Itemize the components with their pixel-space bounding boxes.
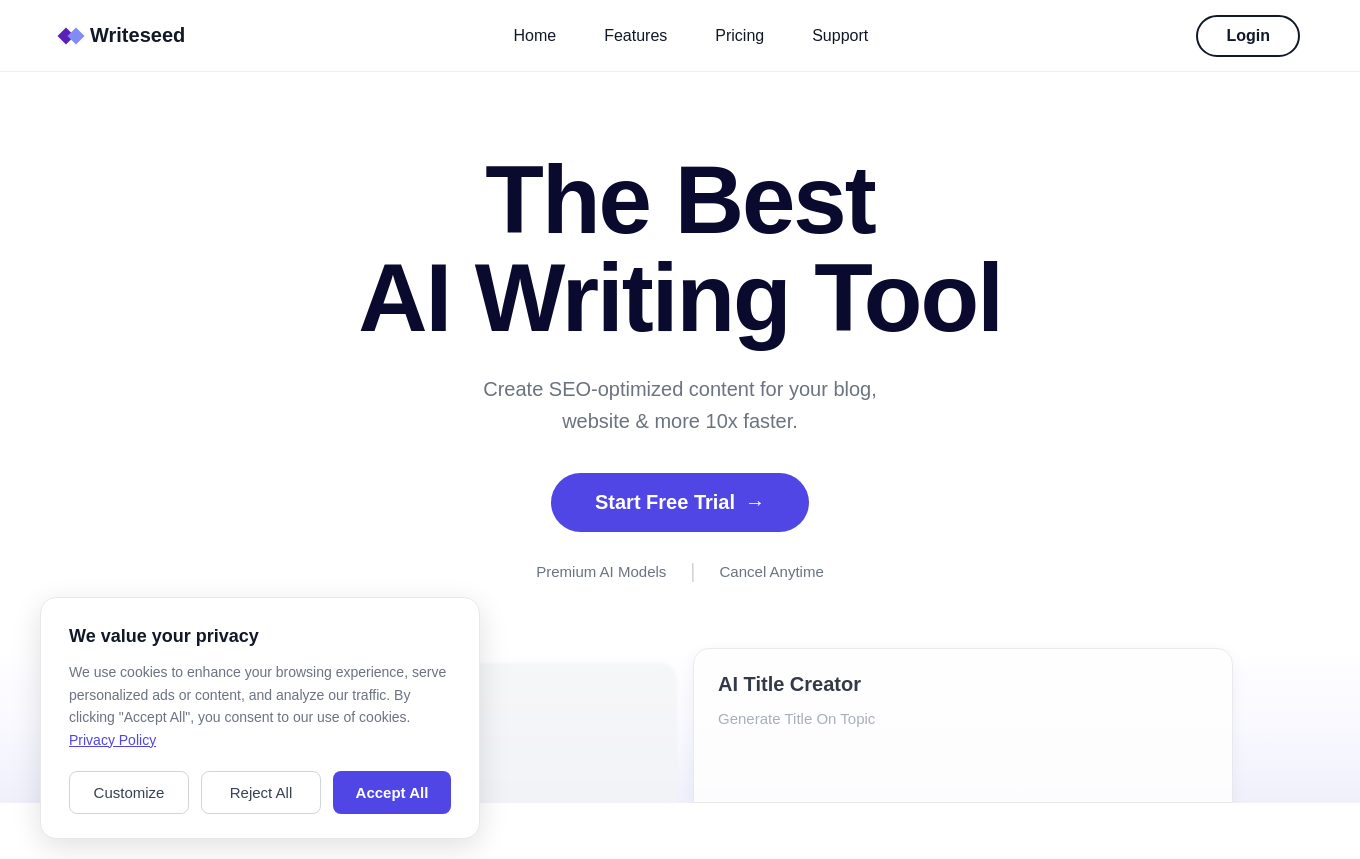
nav-pricing[interactable]: Pricing xyxy=(715,27,764,44)
hero-badges: Premium AI Models | Cancel Anytime xyxy=(20,560,1340,583)
preview-card-right: AI Title Creator Generate Title On Topic xyxy=(693,648,1233,803)
cookie-title: We value your privacy xyxy=(69,626,451,647)
cookie-body: We use cookies to enhance your browsing … xyxy=(69,661,451,751)
logo-square-2 xyxy=(68,27,85,44)
cookie-banner: We value your privacy We use cookies to … xyxy=(40,597,480,802)
cookie-body-text: We use cookies to enhance your browsing … xyxy=(69,664,446,725)
nav-support[interactable]: Support xyxy=(812,27,868,44)
nav-home[interactable]: Home xyxy=(513,27,556,44)
cookie-accept-button[interactable]: Accept All xyxy=(333,771,451,803)
cookie-customize-button[interactable]: Customize xyxy=(69,771,189,803)
login-button[interactable]: Login xyxy=(1196,15,1300,57)
card-right-title: AI Title Creator xyxy=(718,673,1208,696)
card-right-subtitle: Generate Title On Topic xyxy=(718,710,1208,727)
badge-cancel-label: Cancel Anytime xyxy=(720,563,824,580)
badge-cancel: Cancel Anytime xyxy=(720,563,824,580)
logo-icon xyxy=(60,30,82,42)
hero-section: The Best AI Writing Tool Create SEO-opti… xyxy=(0,72,1360,623)
cta-label: Start Free Trial xyxy=(595,491,735,514)
hero-subtitle-line2: website & more 10x faster. xyxy=(562,410,798,432)
hero-subtitle: Create SEO-optimized content for your bl… xyxy=(20,373,1340,437)
logo-text: Writeseed xyxy=(90,24,185,47)
badge-divider: | xyxy=(690,560,695,583)
cta-arrow-icon: → xyxy=(745,491,765,514)
hero-subtitle-line1: Create SEO-optimized content for your bl… xyxy=(483,378,877,400)
privacy-policy-link[interactable]: Privacy Policy xyxy=(69,732,156,748)
hero-title-line2: AI Writing Tool xyxy=(20,248,1340,349)
nav-features[interactable]: Features xyxy=(604,27,667,44)
hero-title: The Best AI Writing Tool xyxy=(20,152,1340,349)
badge-premium: Premium AI Models xyxy=(536,563,666,580)
navbar: Writeseed Home Features Pricing Support … xyxy=(0,0,1360,72)
cookie-buttons: Customize Reject All Accept All xyxy=(69,771,451,803)
nav-links: Home Features Pricing Support xyxy=(513,27,868,45)
badge-premium-label: Premium AI Models xyxy=(536,563,666,580)
cookie-reject-button[interactable]: Reject All xyxy=(201,771,321,803)
cta-button[interactable]: Start Free Trial → xyxy=(551,473,809,532)
logo-link[interactable]: Writeseed xyxy=(60,24,185,47)
hero-title-line1: The Best xyxy=(485,146,874,253)
